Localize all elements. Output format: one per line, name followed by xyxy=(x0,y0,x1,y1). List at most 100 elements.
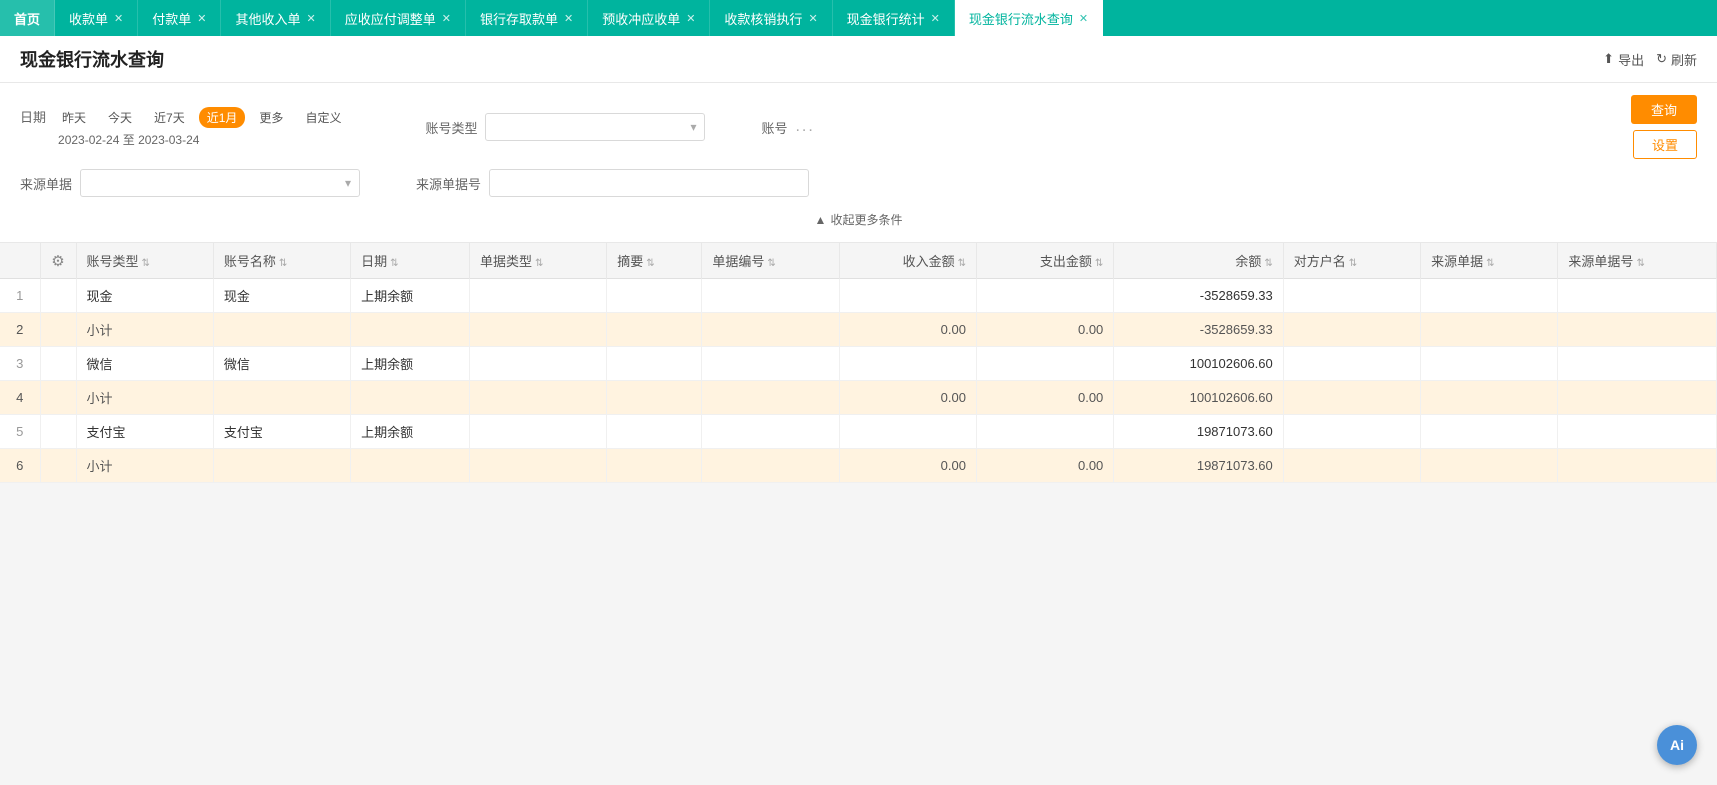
row-settings-cell xyxy=(40,449,76,483)
col-header-summary[interactable]: 摘要⇅ xyxy=(607,243,702,279)
cell-counterpart xyxy=(1283,313,1420,347)
date-btn-更多[interactable]: 更多 xyxy=(251,107,291,128)
cell-balance: 19871073.60 xyxy=(1114,415,1283,449)
nav-home[interactable]: 首页 xyxy=(0,0,55,36)
nav-tab-收款单[interactable]: 收款单✕ xyxy=(55,0,138,36)
filter-row-2: 来源单据 ▾ 来源单据号 xyxy=(20,169,1697,197)
refresh-button[interactable]: ↻ 刷新 xyxy=(1656,50,1697,69)
account-type-select[interactable]: ▾ xyxy=(485,113,705,141)
cell-income: 0.00 xyxy=(839,449,976,483)
col-header-income[interactable]: 收入金额⇅ xyxy=(839,243,976,279)
row-settings-cell xyxy=(40,279,76,313)
source-doc-label: 来源单据 xyxy=(20,174,72,193)
col-header-doc_no[interactable]: 单据编号⇅ xyxy=(702,243,839,279)
nav-tab-付款单[interactable]: 付款单✕ xyxy=(138,0,221,36)
col-header-source_doc[interactable]: 来源单据⇅ xyxy=(1421,243,1558,279)
export-button[interactable]: ⬆ 导出 xyxy=(1603,50,1644,69)
cell-doc_no xyxy=(702,381,839,415)
nav-tab-现金银行流水查询[interactable]: 现金银行流水查询✕ xyxy=(955,0,1103,36)
sort-icon: ⇅ xyxy=(1349,258,1357,269)
cell-account_type: 微信 xyxy=(76,347,213,381)
nav-tab-其他收入单[interactable]: 其他收入单✕ xyxy=(221,0,330,36)
date-btn-近7天[interactable]: 近7天 xyxy=(146,107,193,128)
cell-doc_type xyxy=(469,279,606,313)
cell-doc_no xyxy=(702,449,839,483)
row-num-cell: 6 xyxy=(0,449,40,483)
date-btn-自定义[interactable]: 自定义 xyxy=(297,107,349,128)
cell-counterpart xyxy=(1283,279,1420,313)
nav-tab-收款核销执行[interactable]: 收款核销执行✕ xyxy=(710,0,832,36)
cell-income xyxy=(839,415,976,449)
cell-source_doc_no xyxy=(1558,415,1717,449)
table-row: 2小计0.000.00-3528659.33 xyxy=(0,313,1717,347)
cell-summary xyxy=(607,381,702,415)
date-label: 日期 xyxy=(20,107,46,126)
nav-tab-银行存取款单[interactable]: 银行存取款单✕ xyxy=(466,0,588,36)
cell-source_doc xyxy=(1421,415,1558,449)
cell-doc_type xyxy=(469,381,606,415)
date-btn-今天[interactable]: 今天 xyxy=(100,107,140,128)
tab-close-icon[interactable]: ✕ xyxy=(931,12,940,25)
col-header-doc_type[interactable]: 单据类型⇅ xyxy=(469,243,606,279)
cell-source_doc_no xyxy=(1558,347,1717,381)
col-header-date[interactable]: 日期⇅ xyxy=(351,243,470,279)
cell-expense xyxy=(976,415,1113,449)
tab-close-icon[interactable]: ✕ xyxy=(686,12,695,25)
tab-close-icon[interactable]: ✕ xyxy=(564,12,573,25)
sort-icon: ⇅ xyxy=(279,258,287,269)
account-label: 账号 xyxy=(761,118,787,137)
tab-close-icon[interactable]: ✕ xyxy=(1079,12,1088,25)
col-header-expense[interactable]: 支出金额⇅ xyxy=(976,243,1113,279)
col-header-counterpart[interactable]: 对方户名⇅ xyxy=(1283,243,1420,279)
source-doc-select[interactable]: ▾ xyxy=(80,169,360,197)
sort-icon: ⇅ xyxy=(390,258,398,269)
row-num-cell: 4 xyxy=(0,381,40,415)
row-settings-cell xyxy=(40,347,76,381)
tab-close-icon[interactable]: ✕ xyxy=(114,12,123,25)
tab-close-icon[interactable]: ✕ xyxy=(197,12,206,25)
col-header-balance[interactable]: 余额⇅ xyxy=(1114,243,1283,279)
cell-balance: -3528659.33 xyxy=(1114,279,1283,313)
cell-source_doc xyxy=(1421,449,1558,483)
col-header-account_type[interactable]: 账号类型⇅ xyxy=(76,243,213,279)
cell-account_name: 现金 xyxy=(213,279,350,313)
refresh-icon: ↻ xyxy=(1656,51,1667,67)
col-num-header xyxy=(0,243,40,279)
query-button[interactable]: 查询 xyxy=(1631,95,1697,124)
cell-income: 0.00 xyxy=(839,381,976,415)
col-header-source_doc_no[interactable]: 来源单据号⇅ xyxy=(1558,243,1717,279)
row-settings-cell xyxy=(40,381,76,415)
settings-button[interactable]: 设置 xyxy=(1633,130,1697,159)
date-shortcuts: 昨天今天近7天近1月更多自定义 xyxy=(54,107,349,128)
col-header-account_name[interactable]: 账号名称⇅ xyxy=(213,243,350,279)
table-settings-icon[interactable]: ⚙ xyxy=(51,253,64,270)
sort-icon: ⇅ xyxy=(1095,258,1103,269)
nav-tab-应收应付调整单[interactable]: 应收应付调整单✕ xyxy=(331,0,466,36)
sort-icon: ⇅ xyxy=(1636,258,1644,269)
source-doc-no-input[interactable] xyxy=(489,169,809,197)
collapse-bar[interactable]: ▲ 收起更多条件 xyxy=(20,207,1697,234)
cell-account_name: 支付宝 xyxy=(213,415,350,449)
tab-close-icon[interactable]: ✕ xyxy=(307,12,316,25)
cell-expense: 0.00 xyxy=(976,381,1113,415)
date-btn-昨天[interactable]: 昨天 xyxy=(54,107,94,128)
source-doc-arrow-icon: ▾ xyxy=(345,176,351,190)
ai-badge[interactable]: Ai xyxy=(1657,725,1697,765)
account-dots[interactable]: ... xyxy=(795,118,814,136)
date-btn-近1月[interactable]: 近1月 xyxy=(199,107,246,128)
cell-date: 上期余额 xyxy=(351,347,470,381)
tab-close-icon[interactable]: ✕ xyxy=(808,12,817,25)
tab-close-icon[interactable]: ✕ xyxy=(442,12,451,25)
cell-balance: 100102606.60 xyxy=(1114,347,1283,381)
main-table: ⚙ 账号类型⇅账号名称⇅日期⇅单据类型⇅摘要⇅单据编号⇅收入金额⇅支出金额⇅余额⇅… xyxy=(0,243,1717,483)
cell-summary xyxy=(607,279,702,313)
sort-icon: ⇅ xyxy=(958,258,966,269)
cell-counterpart xyxy=(1283,381,1420,415)
top-nav: 首页 收款单✕付款单✕其他收入单✕应收应付调整单✕银行存取款单✕预收冲应收单✕收… xyxy=(0,0,1717,36)
nav-tab-现金银行统计[interactable]: 现金银行统计✕ xyxy=(833,0,955,36)
cell-doc_type xyxy=(469,313,606,347)
table-row: 6小计0.000.0019871073.60 xyxy=(0,449,1717,483)
nav-tab-预收冲应收单[interactable]: 预收冲应收单✕ xyxy=(588,0,710,36)
row-num-cell: 1 xyxy=(0,279,40,313)
table-row: 4小计0.000.00100102606.60 xyxy=(0,381,1717,415)
